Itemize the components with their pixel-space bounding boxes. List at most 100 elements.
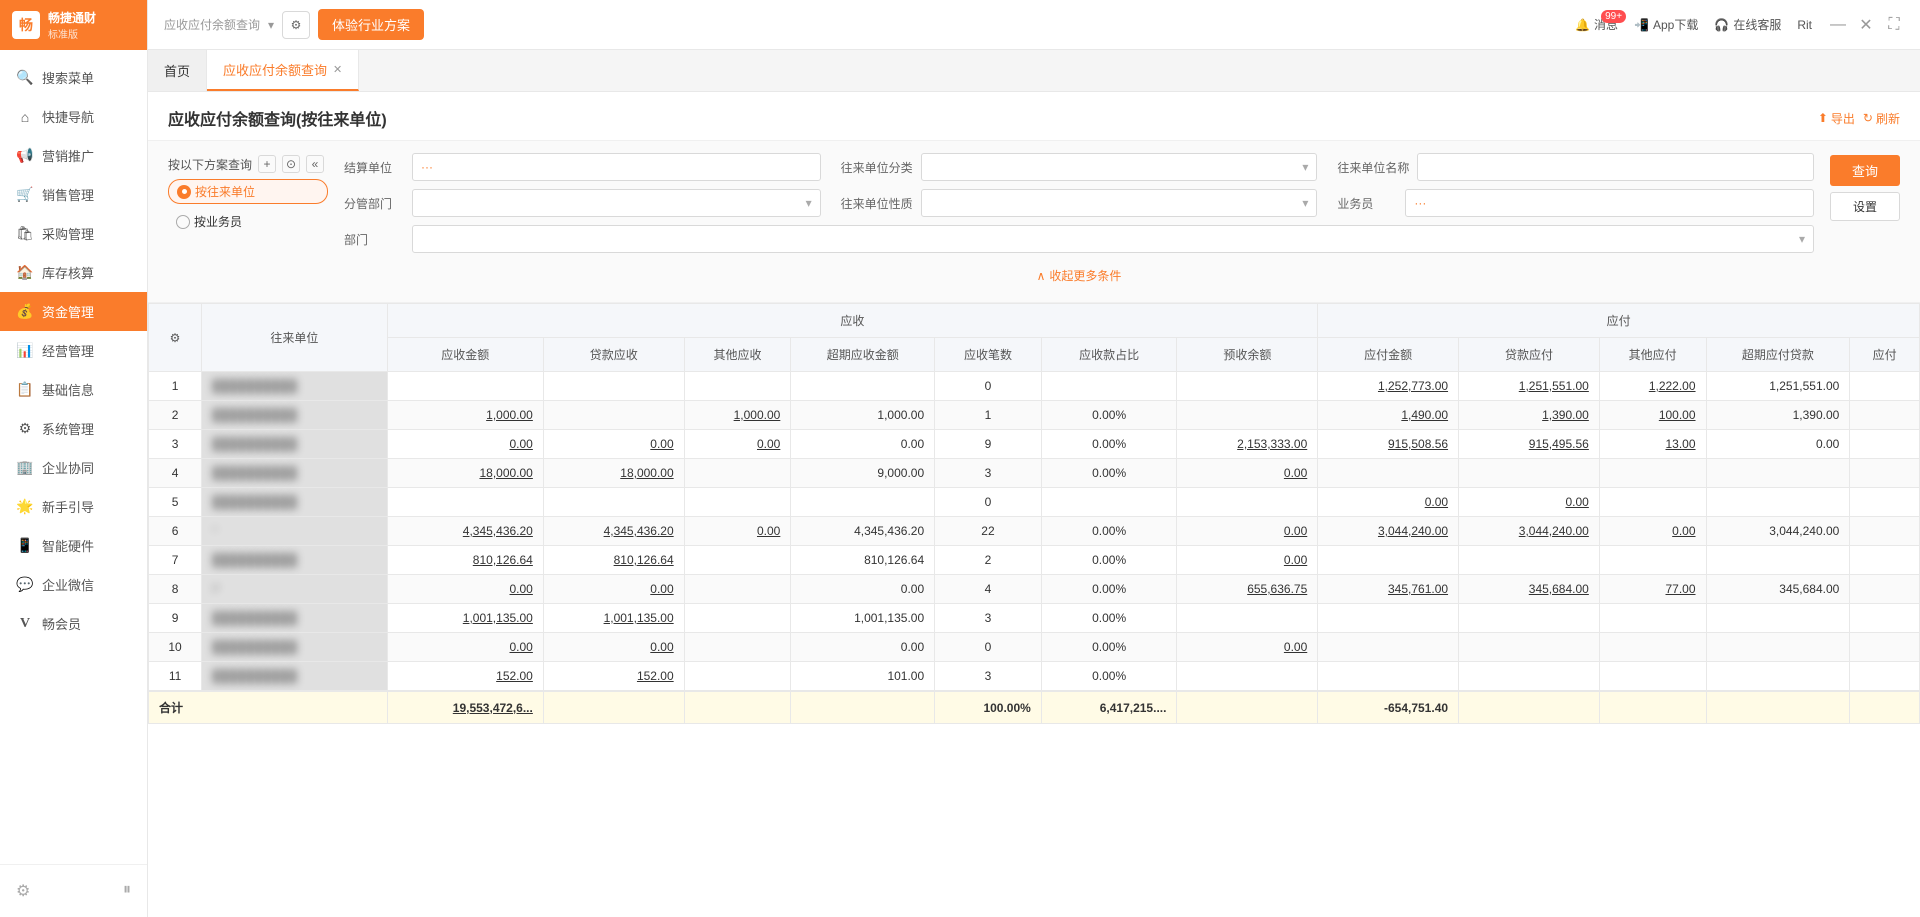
bell-icon: 🔔 xyxy=(1575,18,1590,32)
sidebar-logo: 畅 畅捷通财 标准版 xyxy=(0,0,147,50)
sidebar-item-search[interactable]: 🔍 搜索菜单 xyxy=(0,58,147,97)
trial-button[interactable]: 体验行业方案 xyxy=(318,9,424,40)
refresh-button[interactable]: ↻ 刷新 xyxy=(1863,110,1900,127)
cell-unit: ██████████ xyxy=(202,401,388,430)
sidebar-item-inventory[interactable]: 🏠 库存核算 xyxy=(0,253,147,292)
th-ap-overdue: 超期应付贷款 xyxy=(1706,338,1850,372)
sidebar-item-corp[interactable]: 🏢 企业协同 xyxy=(0,448,147,487)
table-row: 2██████████1,000.001,000.001,000.0010.00… xyxy=(149,401,1920,430)
option-unit-label: 按往来单位 xyxy=(195,183,255,200)
chevron-down-icon: ▾ xyxy=(1799,232,1805,246)
field-jiesuanunit-label: 结算单位 xyxy=(344,159,404,176)
footer-ap-amount: -654,751.40 xyxy=(1318,691,1459,724)
minimize-button[interactable]: — xyxy=(1828,15,1848,35)
message-button[interactable]: 🔔 消息 99+ xyxy=(1575,16,1618,33)
sidebar-item-label: 畅会员 xyxy=(42,614,81,633)
th-settings[interactable]: ⚙ xyxy=(149,304,202,372)
field-deptsub-select[interactable]: ▾ xyxy=(412,225,1814,253)
th-ap-amount: 应付金额 xyxy=(1318,338,1459,372)
tab-home[interactable]: 首页 xyxy=(148,50,207,91)
maximize-button[interactable]: ⛶ xyxy=(1884,15,1904,35)
option-by-salesman[interactable]: 按业务员 xyxy=(168,210,328,233)
sidebar-item-marketing[interactable]: 📢 营销推广 xyxy=(0,136,147,175)
chevron-down-icon[interactable]: ▾ xyxy=(268,18,274,32)
cell-unit: ^ xyxy=(202,517,388,546)
sidebar-item-label: 新手引导 xyxy=(42,497,94,516)
sidebar-item-purchase[interactable]: 🛍 采购管理 xyxy=(0,214,147,253)
sidebar-item-guide[interactable]: 🌟 新手引导 xyxy=(0,487,147,526)
funds-icon: 💰 xyxy=(16,303,34,320)
sidebar-item-wechat[interactable]: 💬 企业微信 xyxy=(0,565,147,604)
setting-button[interactable]: 设置 xyxy=(1830,192,1900,221)
pause-icon[interactable]: ⏸ xyxy=(123,881,131,901)
table-footer-row: 合计 19,553,472,6... 100.00% 6,417,215....… xyxy=(149,691,1920,724)
sidebar-item-label: 基础信息 xyxy=(42,380,94,399)
sidebar-item-label: 智能硬件 xyxy=(42,536,94,555)
username-display: Rit xyxy=(1797,18,1812,32)
edit-scheme-icon[interactable]: ⊙ xyxy=(282,155,300,173)
th-ap-col: 应付 xyxy=(1850,338,1920,372)
field-unitname: 往来单位名称 xyxy=(1337,153,1814,181)
field-jiesuanunit-input[interactable]: ··· xyxy=(412,153,821,181)
building-icon: 🏢 xyxy=(16,459,34,476)
field-unitnature: 往来单位性质 ▾ xyxy=(841,189,1318,217)
field-unitcategory-select[interactable]: ▾ xyxy=(921,153,1318,181)
option-by-unit[interactable]: 按往来单位 xyxy=(168,179,328,204)
table-area: ⚙ 往来单位 应收 应付 应收金额 贷款应收 其他应收 超期应收金额 应收笔数 … xyxy=(148,303,1920,917)
online-service-button[interactable]: 🎧 在线客服 xyxy=(1714,16,1781,33)
export-button[interactable]: ⬆ 导出 xyxy=(1818,110,1855,127)
tab-home-label: 首页 xyxy=(164,61,190,80)
close-button[interactable]: ✕ xyxy=(1856,15,1876,35)
tab-ar[interactable]: 应收应付余额查询 ✕ xyxy=(207,50,359,91)
field-jiesuanunit: 结算单位 ··· xyxy=(344,153,821,181)
footer-label: 合计 xyxy=(149,691,388,724)
th-ar-count: 应收笔数 xyxy=(935,338,1042,372)
sidebar-item-funds[interactable]: 💰 资金管理 xyxy=(0,292,147,331)
field-deptsub-label: 部门 xyxy=(344,231,404,248)
sidebar-item-sales[interactable]: 🛒 销售管理 xyxy=(0,175,147,214)
table-row: 5██████████00.000.00 xyxy=(149,488,1920,517)
tab-close-icon[interactable]: ✕ xyxy=(333,63,342,76)
dots-icon: ··· xyxy=(1414,196,1426,210)
table-row: 10██████████0.000.000.0000.00%0.00 xyxy=(149,633,1920,662)
sidebar-item-label: 经营管理 xyxy=(42,341,94,360)
field-salesman-input[interactable]: ··· xyxy=(1405,189,1814,217)
field-unitname-input[interactable] xyxy=(1417,153,1814,181)
table-row: 9██████████1,001,135.001,001,135.001,001… xyxy=(149,604,1920,633)
sidebar-item-hardware[interactable]: 📱 智能硬件 xyxy=(0,526,147,565)
megaphone-icon: 📢 xyxy=(16,147,34,164)
chevron-down-icon: ▾ xyxy=(806,196,812,210)
sidebar-item-basic[interactable]: 📋 基础信息 xyxy=(0,370,147,409)
query-button[interactable]: 查询 xyxy=(1830,155,1900,186)
th-unit: 往来单位 xyxy=(202,304,388,372)
tab-bar: 首页 应收应付余额查询 ✕ xyxy=(148,50,1920,92)
topbar-gear-button[interactable]: ⚙ xyxy=(282,11,310,39)
sidebar-item-label: 销售管理 xyxy=(42,185,94,204)
add-scheme-icon[interactable]: + xyxy=(258,155,276,173)
service-icon: 🎧 xyxy=(1714,18,1729,32)
settings-icon[interactable]: ⚙ xyxy=(16,881,30,901)
sidebar-item-quicknav[interactable]: ⌂ 快捷导航 xyxy=(0,97,147,136)
cell-unit: ██████████ xyxy=(202,604,388,633)
field-salesman: 业务员 ··· xyxy=(1337,189,1814,217)
field-dept-label: 分管部门 xyxy=(344,195,404,212)
sidebar-item-operations[interactable]: 📊 经营管理 xyxy=(0,331,147,370)
field-dept-select[interactable]: ▾ xyxy=(412,189,821,217)
sidebar-item-system[interactable]: ⚙ 系统管理 xyxy=(0,409,147,448)
footer-ar-amount[interactable]: 19,553,472,6... xyxy=(387,691,543,724)
chevron-up-icon: ∧ xyxy=(1037,269,1046,283)
th-group-yingfu: 应付 xyxy=(1318,304,1920,338)
refresh-icon: ↻ xyxy=(1863,111,1873,125)
collapse-button[interactable]: ∧ 收起更多条件 xyxy=(1031,261,1128,290)
footer-ar-loan xyxy=(543,691,684,724)
cell-unit: P xyxy=(202,575,388,604)
more-scheme-icon[interactable]: « xyxy=(306,155,324,173)
field-unitnature-select[interactable]: ▾ xyxy=(921,189,1318,217)
download-icon: 📲 xyxy=(1634,18,1649,32)
app-download-button[interactable]: 📲 App下载 xyxy=(1634,16,1698,33)
search-mode-label: 按以下方案查询 xyxy=(168,156,252,173)
sidebar-item-member[interactable]: V 畅会员 xyxy=(0,604,147,643)
search-area: 按以下方案查询 + ⊙ « 按往来单位 按业务员 xyxy=(148,141,1920,303)
field-unitname-label: 往来单位名称 xyxy=(1337,159,1409,176)
footer-ap-col xyxy=(1850,691,1920,724)
